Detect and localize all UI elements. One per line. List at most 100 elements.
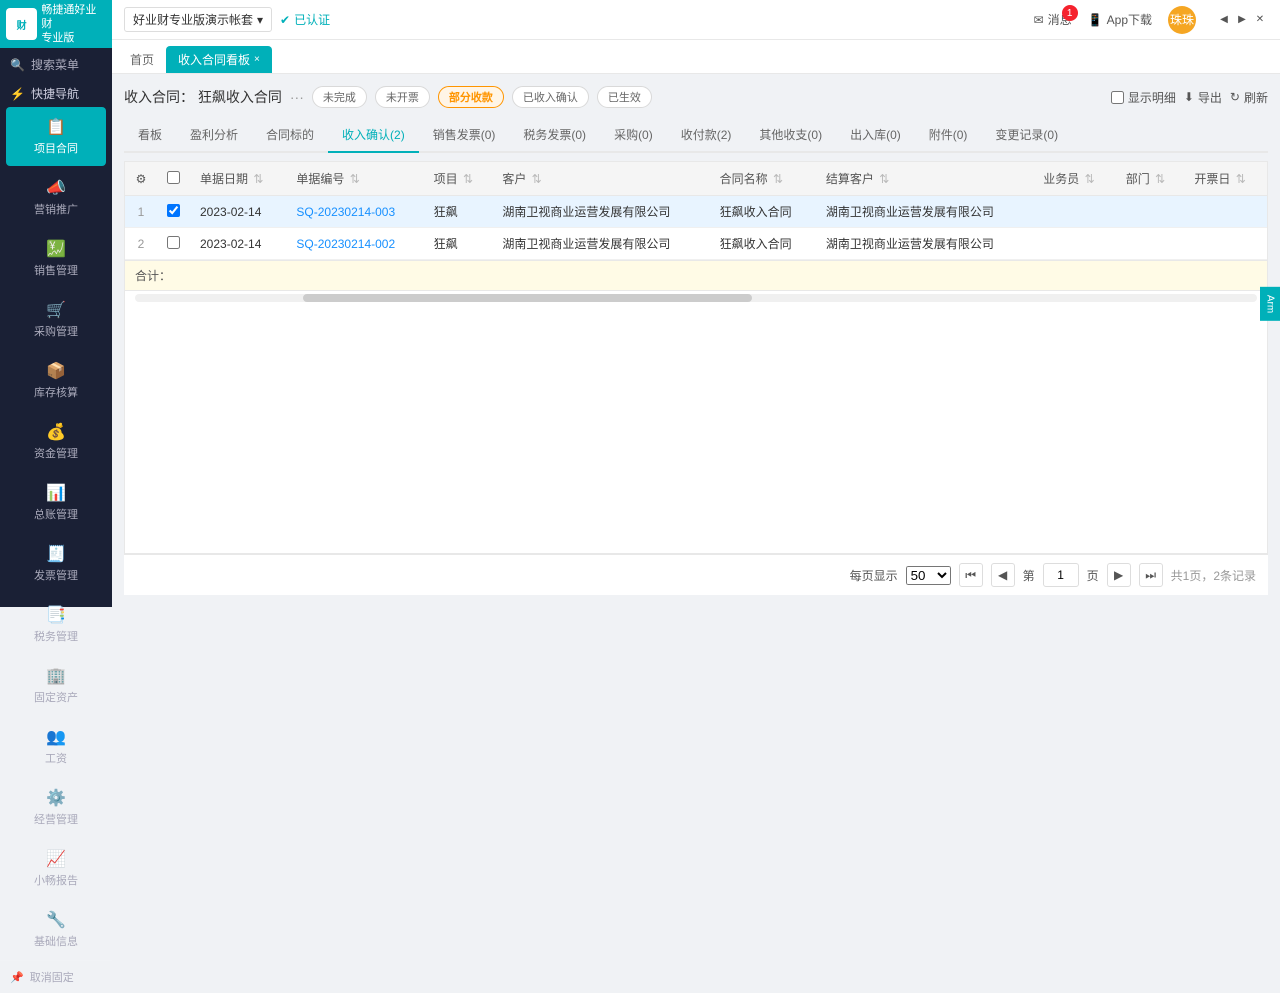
- status-partial-btn[interactable]: 部分收款: [438, 86, 504, 108]
- forward-button[interactable]: ▶: [1234, 12, 1250, 28]
- row-checkbox[interactable]: [167, 236, 180, 249]
- export-button[interactable]: ⬇ 导出: [1184, 89, 1222, 106]
- tab-profit[interactable]: 盈利分析: [176, 118, 252, 153]
- row-checkbox[interactable]: [167, 204, 180, 217]
- breadcrumb-home[interactable]: 首页: [124, 47, 160, 72]
- tab-attachment[interactable]: 附件(0): [915, 118, 982, 153]
- status-incomplete-btn[interactable]: 未完成: [312, 86, 367, 108]
- tab-income-confirm[interactable]: 收入确认(2): [328, 118, 419, 153]
- row-number-link[interactable]: SQ-20230214-002: [296, 237, 395, 251]
- sales-col-header[interactable]: 业务员 ⇅: [1033, 162, 1116, 196]
- message-button[interactable]: ✉ 消息 1: [1034, 11, 1072, 28]
- data-table-wrapper: ⚙ 单据日期 ⇅ 单据编号 ⇅: [124, 161, 1268, 554]
- last-page-button[interactable]: ⏭: [1139, 563, 1163, 587]
- project-col-header[interactable]: 项目 ⇅: [424, 162, 493, 196]
- avatar[interactable]: 珠珠: [1168, 6, 1196, 34]
- active-tab[interactable]: 收入合同看板 ×: [166, 46, 272, 73]
- refresh-button[interactable]: ↻ 刷新: [1230, 89, 1268, 106]
- sidebar-item-marketing[interactable]: 📣 营销推广: [6, 168, 106, 227]
- search-menu[interactable]: 🔍 搜索菜单: [0, 48, 112, 81]
- settle-customer-col-header[interactable]: 结算客户 ⇅: [816, 162, 1033, 196]
- project-icon: 📋: [46, 117, 66, 137]
- row-number[interactable]: SQ-20230214-002: [286, 228, 423, 260]
- row-number-link[interactable]: SQ-20230214-003: [296, 205, 395, 219]
- tab-sales-invoice[interactable]: 销售发票(0): [419, 118, 510, 153]
- sidebar-item-hr[interactable]: 👥 工资: [6, 717, 106, 776]
- scrollbar-track[interactable]: [135, 294, 1257, 302]
- row-num: 2: [125, 228, 157, 260]
- row-number[interactable]: SQ-20230214-003: [286, 196, 423, 228]
- purchase-icon: 🛒: [46, 300, 66, 320]
- back-button[interactable]: ◀: [1216, 12, 1232, 28]
- contract-title: 收入合同： 狂飙收入合同: [124, 87, 282, 107]
- row-checkbox-cell[interactable]: [157, 196, 190, 228]
- row-customer: 湖南卫视商业运营发展有限公司: [492, 228, 709, 260]
- more-button[interactable]: ···: [290, 89, 304, 105]
- sidebar-item-sales[interactable]: 💹 销售管理: [6, 229, 106, 288]
- page-input[interactable]: [1043, 563, 1079, 587]
- tab-change-log[interactable]: 变更记录(0): [981, 118, 1072, 153]
- customer-col-header[interactable]: 客户 ⇅: [492, 162, 709, 196]
- open-date-col-header[interactable]: 开票日 ⇅: [1184, 162, 1267, 196]
- close-button[interactable]: ✕: [1252, 12, 1268, 28]
- sort-icon: ⇅: [879, 172, 889, 186]
- sidebar-item-assets[interactable]: 🏢 固定资产: [6, 656, 106, 715]
- row-checkbox-cell[interactable]: [157, 228, 190, 260]
- table-row[interactable]: 1 2023-02-14 SQ-20230214-003 狂飙 湖南卫视商业运营…: [125, 196, 1267, 228]
- table-header-row: ⚙ 单据日期 ⇅ 单据编号 ⇅: [125, 162, 1267, 196]
- quick-nav[interactable]: ⚡ 快捷导航: [0, 81, 112, 106]
- per-page-label: 每页显示: [850, 567, 898, 584]
- date-col-header[interactable]: 单据日期 ⇅: [190, 162, 286, 196]
- sidebar-item-general[interactable]: 📊 总账管理: [6, 473, 106, 532]
- show-detail-input[interactable]: [1111, 91, 1124, 104]
- sidebar-item-report[interactable]: 📈 小畅报告: [6, 839, 106, 898]
- row-contract: 狂飙收入合同: [710, 196, 816, 228]
- show-detail-checkbox[interactable]: 显示明细: [1111, 89, 1176, 106]
- tab-other-income[interactable]: 其他收支(0): [745, 118, 836, 153]
- tab-close-icon[interactable]: ×: [254, 54, 260, 65]
- scrollbar-thumb[interactable]: [303, 294, 752, 302]
- sidebar-item-project[interactable]: 📋 项目合同: [6, 107, 106, 166]
- sort-icon: ⇅: [350, 172, 360, 186]
- sidebar-item-basic[interactable]: 🔧 基础信息: [6, 900, 106, 959]
- number-col-header[interactable]: 单据编号 ⇅: [286, 162, 423, 196]
- unpin-button[interactable]: 📌 取消固定: [0, 960, 112, 993]
- per-page-select[interactable]: 50 10 20 100: [906, 566, 951, 585]
- table-footer: 合计：: [125, 260, 1267, 290]
- main-area: 好业财专业版演示帐套 ▾ ✔ 已认证 ✉ 消息 1 📱 App下载 珠珠 ◀ ▶: [112, 0, 1280, 607]
- sidebar-item-purchase[interactable]: 🛒 采购管理: [6, 290, 106, 349]
- gear-col-header[interactable]: ⚙: [125, 162, 157, 196]
- verified-badge: ✔ 已认证: [280, 11, 330, 28]
- tabbar: 首页 收入合同看板 ×: [112, 40, 1280, 74]
- right-float-button[interactable]: Arm: [1260, 286, 1280, 320]
- dept-col-header[interactable]: 部门 ⇅: [1116, 162, 1185, 196]
- first-page-button[interactable]: ⏮: [959, 563, 983, 587]
- next-page-button[interactable]: ▶: [1107, 563, 1131, 587]
- tab-payment[interactable]: 收付款(2): [667, 118, 746, 153]
- sidebar-item-ops[interactable]: ⚙️ 经营管理: [6, 778, 106, 837]
- table-row[interactable]: 2 2023-02-14 SQ-20230214-002 狂飙 湖南卫视商业运营…: [125, 228, 1267, 260]
- company-selector[interactable]: 好业财专业版演示帐套 ▾: [124, 7, 272, 32]
- status-effective-btn[interactable]: 已生效: [597, 86, 652, 108]
- cb-col-header[interactable]: [157, 162, 190, 196]
- horizontal-scrollbar[interactable]: [125, 290, 1267, 305]
- sales-icon: 💹: [46, 239, 66, 259]
- status-invoice-btn[interactable]: 未开票: [375, 86, 430, 108]
- status-confirmed-btn[interactable]: 已收入确认: [512, 86, 589, 108]
- sidebar-item-inventory[interactable]: 📦 库存核算: [6, 351, 106, 410]
- sidebar-item-fund[interactable]: 💰 资金管理: [6, 412, 106, 471]
- tab-tax-invoice[interactable]: 税务发票(0): [509, 118, 600, 153]
- gear-icon: ⚙: [136, 172, 147, 186]
- contract-col-header[interactable]: 合同名称 ⇅: [710, 162, 816, 196]
- sidebar-item-invoice[interactable]: 🧾 发票管理: [6, 534, 106, 593]
- tab-warehouse[interactable]: 出入库(0): [836, 118, 915, 153]
- prev-page-button[interactable]: ◀: [991, 563, 1015, 587]
- logo-icon: 财: [6, 8, 37, 40]
- app-download-button[interactable]: 📱 App下载: [1088, 11, 1152, 28]
- header-actions: 显示明细 ⬇ 导出 ↻ 刷新: [1111, 89, 1268, 106]
- tab-purchase[interactable]: 采购(0): [600, 118, 667, 153]
- tab-kanban[interactable]: 看板: [124, 118, 176, 153]
- tab-standard[interactable]: 合同标的: [252, 118, 328, 153]
- sidebar-item-tax[interactable]: 📑 税务管理: [6, 595, 106, 654]
- select-all-checkbox[interactable]: [167, 171, 180, 184]
